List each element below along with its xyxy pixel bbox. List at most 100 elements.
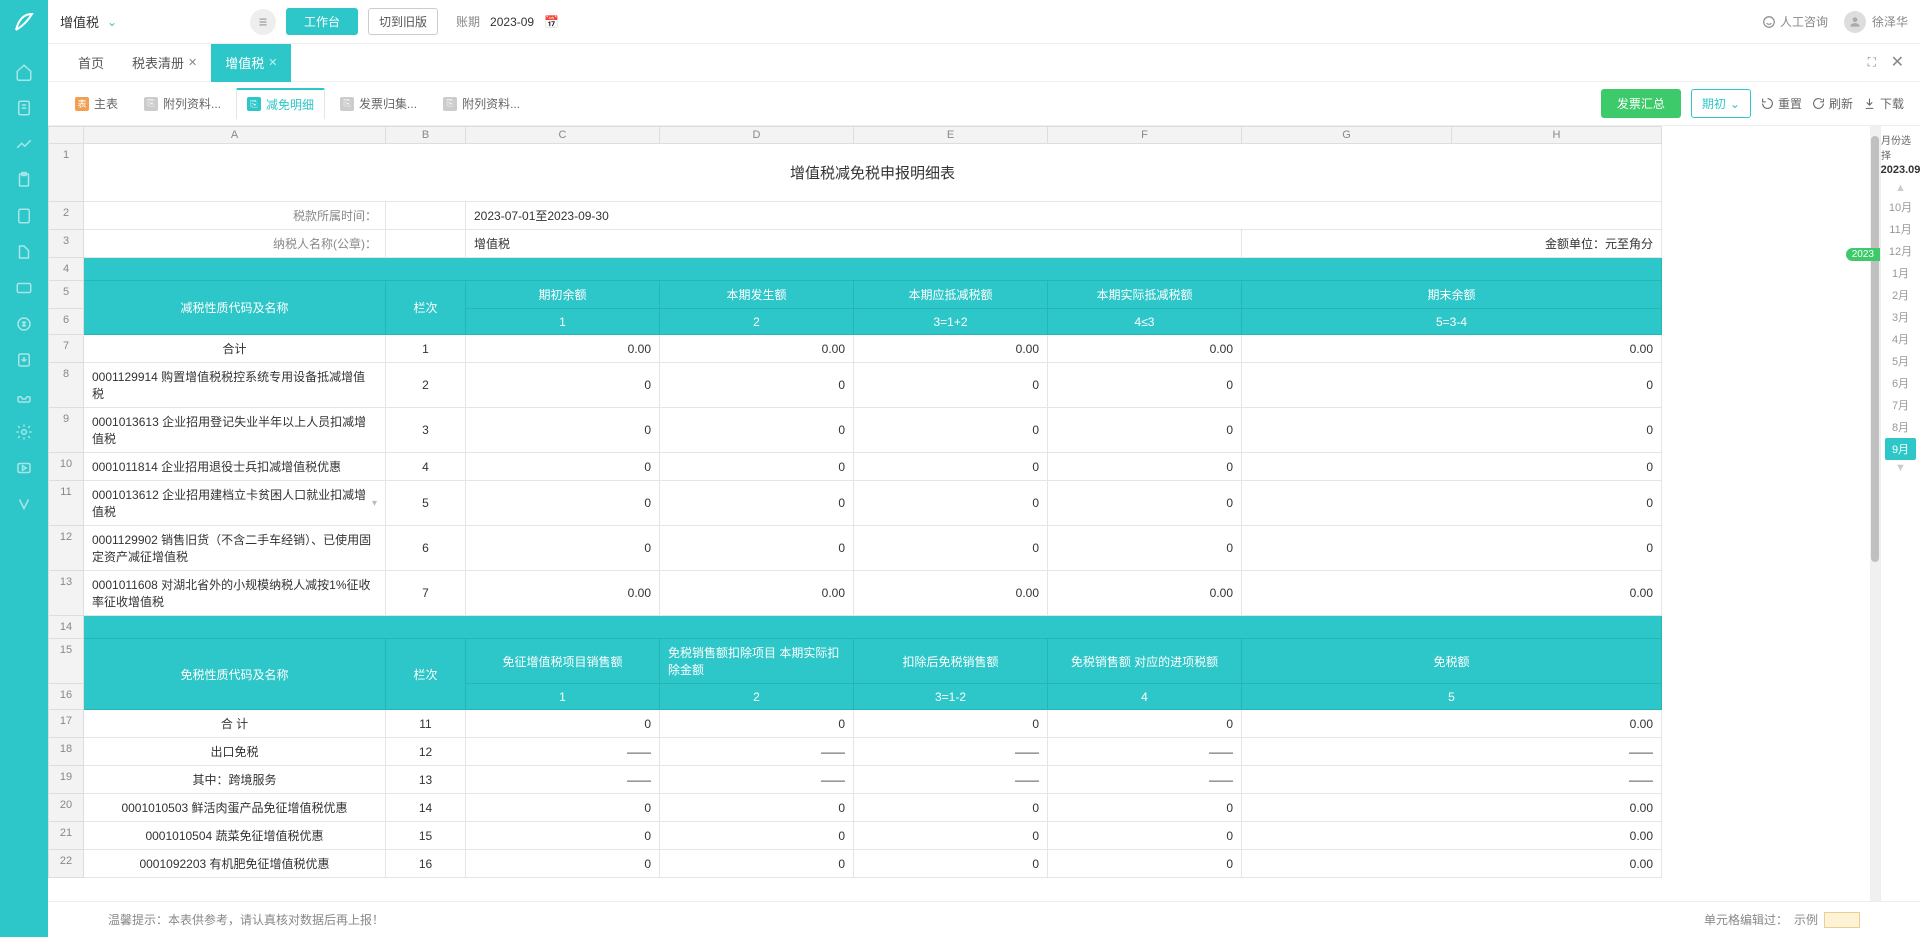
data-cell[interactable]: 0 [660,794,854,822]
subtab-3[interactable]: ⎘发票归集... [329,88,428,120]
data-cell[interactable]: 0 [854,481,1048,526]
dropdown-icon[interactable]: ▾ [372,498,377,509]
data-cell[interactable]: 0 [660,822,854,850]
nav-tag-icon[interactable] [0,234,48,270]
data-cell[interactable]: —— [854,738,1048,766]
tab-首页[interactable]: 首页 [64,44,118,82]
data-cell[interactable]: 0 [1048,710,1242,738]
download-button[interactable]: 下载 [1863,95,1904,112]
data-cell[interactable]: 0 [854,453,1048,481]
col-header-F[interactable]: F [1048,126,1242,144]
month-2月[interactable]: 2月 [1881,284,1920,306]
data-cell[interactable]: 0.00 [1242,794,1662,822]
nav-chart-icon[interactable] [0,126,48,162]
month-12月[interactable]: 12月 [1881,240,1920,262]
close-icon[interactable]: ✕ [188,56,197,69]
spreadsheet[interactable]: ABCDEFGH1增值税减免税申报明细表2税款所属时间：2023-07-01至2… [48,126,1880,901]
subtab-2[interactable]: ⎘减免明细 [236,88,325,120]
data-cell[interactable]: 0.00 [1048,571,1242,616]
data-cell[interactable]: 出口免税 [84,738,386,766]
month-7月[interactable]: 7月 [1881,394,1920,416]
data-cell[interactable]: 2 [386,363,466,408]
data-cell[interactable]: 0 [466,481,660,526]
data-cell[interactable]: 0 [466,850,660,878]
data-cell[interactable]: —— [466,738,660,766]
data-cell[interactable]: 0 [1048,408,1242,453]
data-cell[interactable]: 0.00 [660,335,854,363]
data-cell[interactable]: 0001129914 购置增值税税控系统专用设备抵减增值税 [84,363,386,408]
data-cell[interactable]: 0 [1048,850,1242,878]
data-cell[interactable]: 0 [1048,453,1242,481]
subtab-1[interactable]: ⎘附列资料... [133,88,232,120]
data-cell[interactable]: 0.00 [1242,571,1662,616]
refresh-button[interactable]: 刷新 [1812,95,1853,112]
data-cell[interactable]: 0 [854,794,1048,822]
col-header-G[interactable]: G [1242,126,1452,144]
data-cell[interactable]: 0 [854,363,1048,408]
data-cell[interactable]: 0 [854,822,1048,850]
col-header-D[interactable]: D [660,126,854,144]
data-cell[interactable]: —— [1048,766,1242,794]
month-prev-icon[interactable]: ▲ [1893,180,1908,196]
data-cell[interactable]: 16 [386,850,466,878]
month-next-icon[interactable]: ▼ [1893,460,1908,476]
data-cell[interactable]: 0 [854,850,1048,878]
data-cell[interactable]: 合 计 [84,710,386,738]
data-cell[interactable]: 0 [1048,822,1242,850]
data-cell[interactable]: 5 [386,481,466,526]
data-cell[interactable]: 0 [466,408,660,453]
user-menu[interactable]: 徐泽华 [1844,11,1908,33]
data-cell[interactable]: 0 [1242,481,1662,526]
data-cell[interactable]: 12 [386,738,466,766]
data-cell[interactable]: 0 [466,710,660,738]
data-cell[interactable]: —— [1242,766,1662,794]
month-10月[interactable]: 10月 [1881,196,1920,218]
period-value[interactable]: 2023-09 [490,15,534,29]
data-cell[interactable]: 0 [1242,453,1662,481]
close-tab-icon[interactable]: ✕ [1891,52,1904,72]
reset-button[interactable]: 重置 [1761,95,1802,112]
data-cell[interactable]: 0001013612 企业招用建档立卡贫困人口就业扣减增值税▾ [84,481,386,526]
data-cell[interactable]: 0001010503 鲜活肉蛋产品免征增值税优惠 [84,794,386,822]
col-header-A[interactable]: A [84,126,386,144]
calendar-icon[interactable]: 📅 [544,15,559,29]
data-cell[interactable]: 0 [1242,363,1662,408]
switch-old-button[interactable]: 切到旧版 [368,8,438,35]
data-cell[interactable]: 0 [660,850,854,878]
data-cell[interactable]: 0 [660,453,854,481]
data-cell[interactable]: 0.00 [466,571,660,616]
nav-calc-icon[interactable] [0,198,48,234]
data-cell[interactable]: 0.00 [1242,710,1662,738]
data-cell[interactable]: 0 [1242,408,1662,453]
data-cell[interactable]: —— [854,766,1048,794]
nav-doc-icon[interactable] [0,90,48,126]
data-cell[interactable]: 0 [660,408,854,453]
month-4月[interactable]: 4月 [1881,328,1920,350]
tab-税表清册[interactable]: 税表清册✕ [118,44,211,82]
nav-settings-icon[interactable] [0,414,48,450]
subtab-4[interactable]: ⎘附列资料... [432,88,531,120]
data-cell[interactable]: 0 [466,363,660,408]
expand-icon[interactable]: ⛶ [1868,55,1876,70]
data-cell[interactable]: —— [660,766,854,794]
nav-inbox-icon[interactable] [0,378,48,414]
invoice-summary-button[interactable]: 发票汇总 [1601,89,1681,118]
data-cell[interactable]: 3 [386,408,466,453]
data-cell[interactable]: 0001010504 蔬菜免征增值税优惠 [84,822,386,850]
data-cell[interactable]: 0.00 [854,571,1048,616]
period-init-button[interactable]: 期初 ⌄ [1691,89,1751,118]
col-header-B[interactable]: B [386,126,466,144]
nav-home-icon[interactable] [0,54,48,90]
workbench-button[interactable]: 工作台 [286,8,358,35]
data-cell[interactable]: 0 [1048,481,1242,526]
data-cell[interactable]: 0 [1048,526,1242,571]
month-5月[interactable]: 5月 [1881,350,1920,372]
col-header-E[interactable]: E [854,126,1048,144]
data-cell[interactable]: 0 [1048,363,1242,408]
month-1月[interactable]: 1月 [1881,262,1920,284]
data-cell[interactable]: 0001092203 有机肥免征增值税优惠 [84,850,386,878]
data-cell[interactable]: 0 [660,481,854,526]
data-cell[interactable]: 0 [854,526,1048,571]
tab-增值税[interactable]: 增值税✕ [211,44,291,82]
col-header-C[interactable]: C [466,126,660,144]
